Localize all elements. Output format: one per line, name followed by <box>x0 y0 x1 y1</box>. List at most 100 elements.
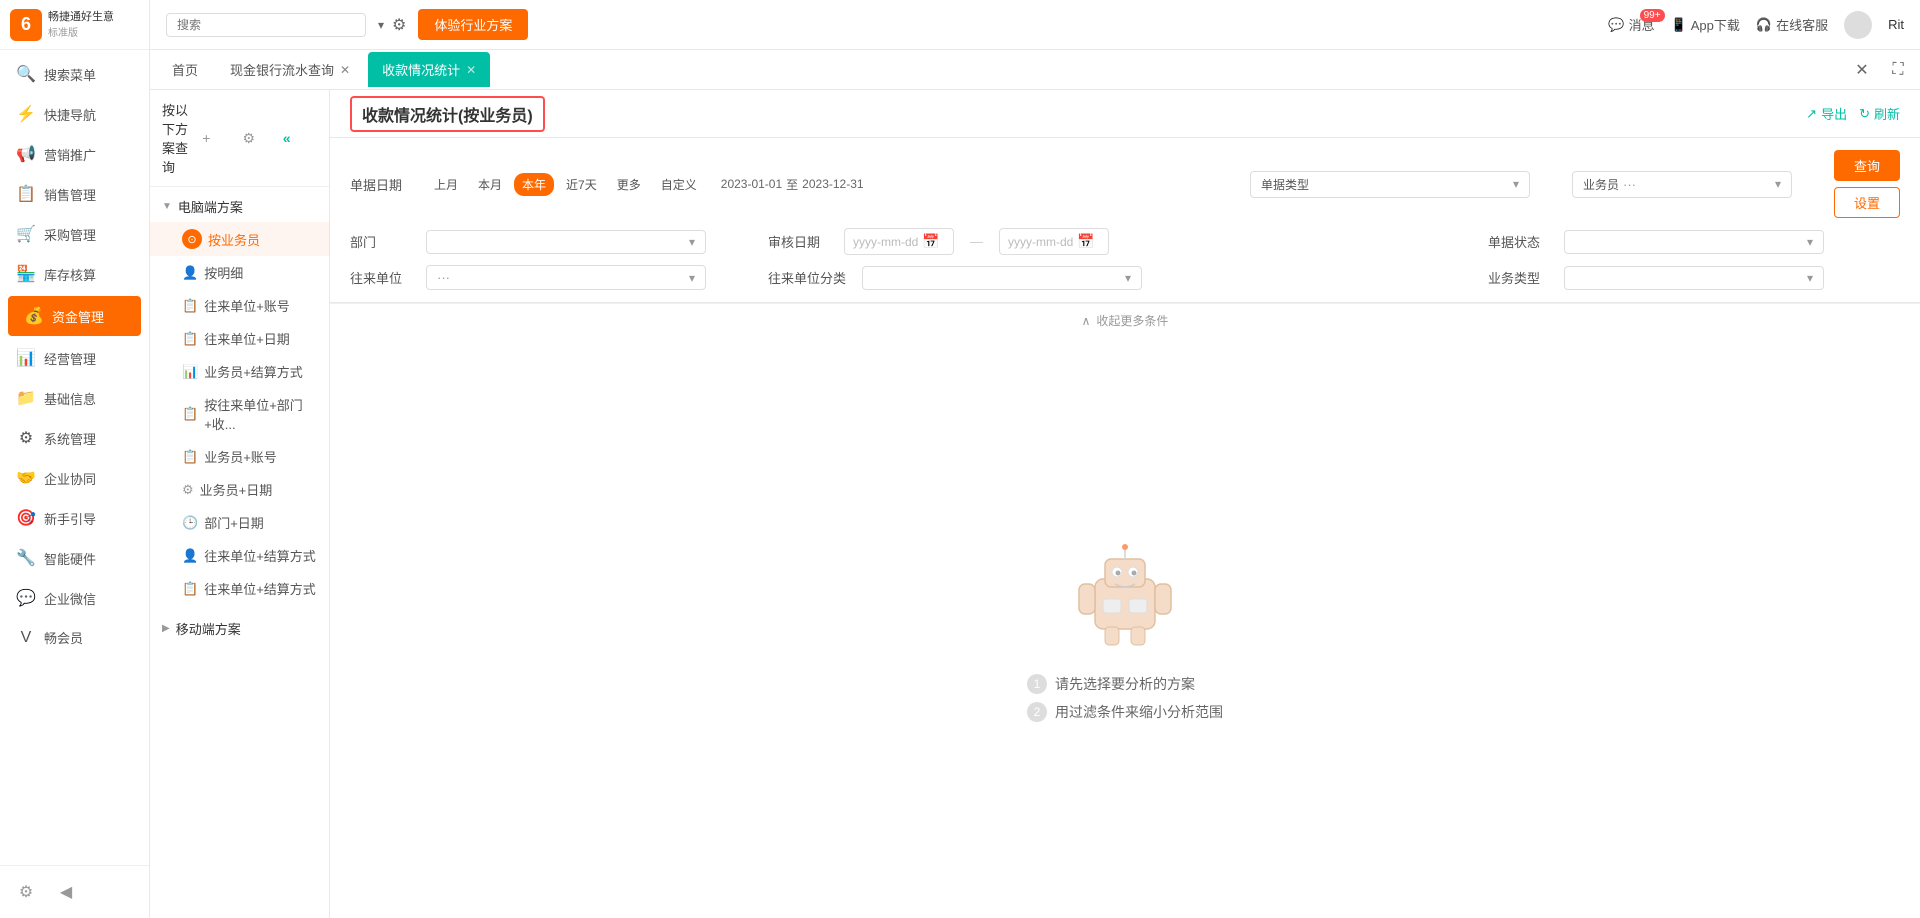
salesman-arrow: ▾ <box>1775 177 1781 191</box>
sidebar: 6 畅捷通好生意 标准版 🔍搜索菜单⚡快捷导航📢营销推广📋销售管理🛒采购管理🏪库… <box>0 0 150 918</box>
item-icon-by-detail: 👤 <box>182 265 198 281</box>
tree-item-supplier-date[interactable]: 📋往来单位+日期 <box>150 322 329 355</box>
left-panel-collapse-btn[interactable]: « <box>283 130 317 146</box>
tree-section-mobile: ▶ 移动端方案 <box>150 609 329 648</box>
export-button[interactable]: ↗ 导出 <box>1806 104 1847 123</box>
service-label: 在线客服 <box>1776 15 1828 34</box>
doc-status-arrow: ▾ <box>1807 235 1813 249</box>
left-panel-settings-btn[interactable]: ⚙ <box>243 130 277 147</box>
business-type-select[interactable]: ▾ <box>1564 266 1824 290</box>
tree-item-salesman-settle[interactable]: 📊业务员+结算方式 <box>150 355 329 388</box>
sidebar-item-guide[interactable]: 🎯 新手引导 <box>0 498 149 538</box>
date-tab-custom[interactable]: 自定义 <box>653 173 705 196</box>
tab-home[interactable]: 首页 <box>158 52 212 87</box>
tree-item-supplier-dept-collect[interactable]: 📋按往来单位+部门+收... <box>150 388 329 440</box>
tip-num-2: 2 <box>1027 702 1047 722</box>
sidebar-icon-system: ⚙ <box>16 428 36 448</box>
review-date-start[interactable]: yyyy-mm-dd 📅 <box>844 228 954 255</box>
doc-status-select[interactable]: ▾ <box>1564 230 1824 254</box>
trial-button[interactable]: 体验行业方案 <box>418 9 528 40</box>
sidebar-label-system: 系统管理 <box>44 429 96 448</box>
counterpart-select[interactable]: ··· ▾ <box>426 265 706 290</box>
item-label-salesman-account: 业务员+账号 <box>204 447 277 466</box>
sidebar-item-wechat[interactable]: 💬企业微信 <box>0 578 149 618</box>
sidebar-icon-guide: 🎯 <box>16 508 36 528</box>
tree-item-supplier-settle1[interactable]: 👤往来单位+结算方式 <box>150 539 329 572</box>
sidebar-label-finance: 资金管理 <box>52 307 104 326</box>
item-icon-supplier-account: 📋 <box>182 298 198 314</box>
tree-item-dept-date[interactable]: 🕒部门+日期 <box>150 506 329 539</box>
date-tab-last-month[interactable]: 上月 <box>426 173 466 196</box>
sidebar-item-hardware[interactable]: 🔧智能硬件 <box>0 538 149 578</box>
sidebar-item-finance[interactable]: 💰资金管理 <box>8 296 141 336</box>
sidebar-item-search[interactable]: 🔍搜索菜单 <box>0 54 149 94</box>
tab-close-btn[interactable]: ✕ <box>1848 56 1876 84</box>
doc-type-arrow: ▾ <box>1513 177 1519 191</box>
active-icon: ⊙ <box>182 229 202 249</box>
date-tab-this-year[interactable]: 本年 <box>514 173 554 196</box>
tree-item-salesman-account[interactable]: 📋业务员+账号 <box>150 440 329 473</box>
search-input[interactable] <box>166 13 366 37</box>
sidebar-item-inventory[interactable]: 🏪库存核算 <box>0 254 149 294</box>
topbar-message[interactable]: 💬 消息 99+ <box>1608 15 1654 34</box>
refresh-button[interactable]: ↻ 刷新 <box>1859 104 1900 123</box>
tree-item-supplier-account[interactable]: 📋 往来单位+账号 <box>150 289 329 322</box>
sidebar-item-sales[interactable]: 📋销售管理 <box>0 174 149 214</box>
topbar-search[interactable] <box>166 13 366 37</box>
tree-mobile-header[interactable]: ▶ 移动端方案 <box>150 613 329 644</box>
tab-receipt-label: 收款情况统计 <box>382 60 460 79</box>
tree-item-by-salesperson[interactable]: ⊙按业务员 <box>150 222 329 256</box>
review-date-end[interactable]: yyyy-mm-dd 📅 <box>999 228 1109 255</box>
sidebar-icon-basic: 📁 <box>16 388 36 408</box>
doc-type-select[interactable]: 单据类型 ▾ <box>1250 171 1530 198</box>
tab-receipt-close[interactable]: ✕ <box>466 63 476 77</box>
tree-item-salesman-date[interactable]: ⚙业务员+日期 <box>150 473 329 506</box>
topbar-online-service[interactable]: 🎧 在线客服 <box>1756 15 1828 34</box>
tab-bank[interactable]: 现金银行流水查询 ✕ <box>216 52 364 87</box>
counterpart-more-icon[interactable]: ··· <box>437 270 450 285</box>
left-panel-add-btn[interactable]: + <box>202 130 236 146</box>
tab-receipt[interactable]: 收款情况统计 ✕ <box>368 52 490 87</box>
tree-item-supplier-settle2[interactable]: 📋往来单位+结算方式 <box>150 572 329 605</box>
item-label-supplier-account: 往来单位+账号 <box>204 296 290 315</box>
sidebar-item-operation[interactable]: 📊经营管理 <box>0 338 149 378</box>
topbar-app-download[interactable]: 📱 App下载 <box>1671 15 1740 34</box>
salesman-more-icon[interactable]: ··· <box>1623 177 1636 192</box>
date-tab-last7[interactable]: 近7天 <box>558 173 605 196</box>
sidebar-icon-marketing: 📢 <box>16 144 36 164</box>
tree-item-by-detail[interactable]: 👤按明细 <box>150 256 329 289</box>
topbar-dropdown[interactable]: ▾ <box>378 18 384 32</box>
collapse-bar[interactable]: ∧ 收起更多条件 <box>330 303 1920 337</box>
sidebar-item-quick-nav[interactable]: ⚡快捷导航 <box>0 94 149 134</box>
sidebar-item-member[interactable]: V畅会员 <box>0 618 149 657</box>
sidebar-item-system[interactable]: ⚙ 系统管理 <box>0 418 149 458</box>
sidebar-item-basic[interactable]: 📁基础信息 <box>0 378 149 418</box>
counterpart-classify-select[interactable]: ▾ <box>862 266 1142 290</box>
item-icon-supplier-settle2: 📋 <box>182 581 198 597</box>
sidebar-collapse-btn[interactable]: ◀ <box>50 876 82 908</box>
salesman-select[interactable]: 业务员 ··· ▾ <box>1572 171 1792 198</box>
sidebar-item-corp[interactable]: 🤝企业协同 <box>0 458 149 498</box>
sidebar-item-purchase[interactable]: 🛒采购管理 <box>0 214 149 254</box>
query-button[interactable]: 查询 <box>1834 150 1900 181</box>
date-tab-more[interactable]: 更多 <box>609 173 649 196</box>
sidebar-settings-btn[interactable]: ⚙ <box>10 876 42 908</box>
tabs-right-buttons: ✕ ⛶ <box>1848 56 1912 84</box>
tree-mobile-arrow: ▶ <box>162 623 170 634</box>
sidebar-icon-quick-nav: ⚡ <box>16 104 36 124</box>
calendar-icon-1: 📅 <box>922 233 939 250</box>
app-icon: 📱 <box>1671 17 1687 33</box>
sidebar-label-member: 畅会员 <box>44 628 83 647</box>
dept-select[interactable]: ▾ <box>426 230 706 254</box>
topbar-right: 💬 消息 99+ 📱 App下载 🎧 在线客服 Rit <box>1608 11 1904 39</box>
item-label-supplier-settle1: 往来单位+结算方式 <box>204 546 316 565</box>
tab-bank-close[interactable]: ✕ <box>340 63 350 77</box>
sidebar-label-guide: 新手引导 <box>44 509 96 528</box>
topbar-gear-icon[interactable]: ⚙ <box>392 15 406 35</box>
tab-expand-btn[interactable]: ⛶ <box>1884 56 1912 84</box>
date-tab-this-month[interactable]: 本月 <box>470 173 510 196</box>
sidebar-item-marketing[interactable]: 📢营销推广 <box>0 134 149 174</box>
settings-button[interactable]: 设置 <box>1834 187 1900 218</box>
tree-desktop-header[interactable]: ▼ 电脑端方案 <box>150 191 329 222</box>
export-label: 导出 <box>1821 104 1847 123</box>
